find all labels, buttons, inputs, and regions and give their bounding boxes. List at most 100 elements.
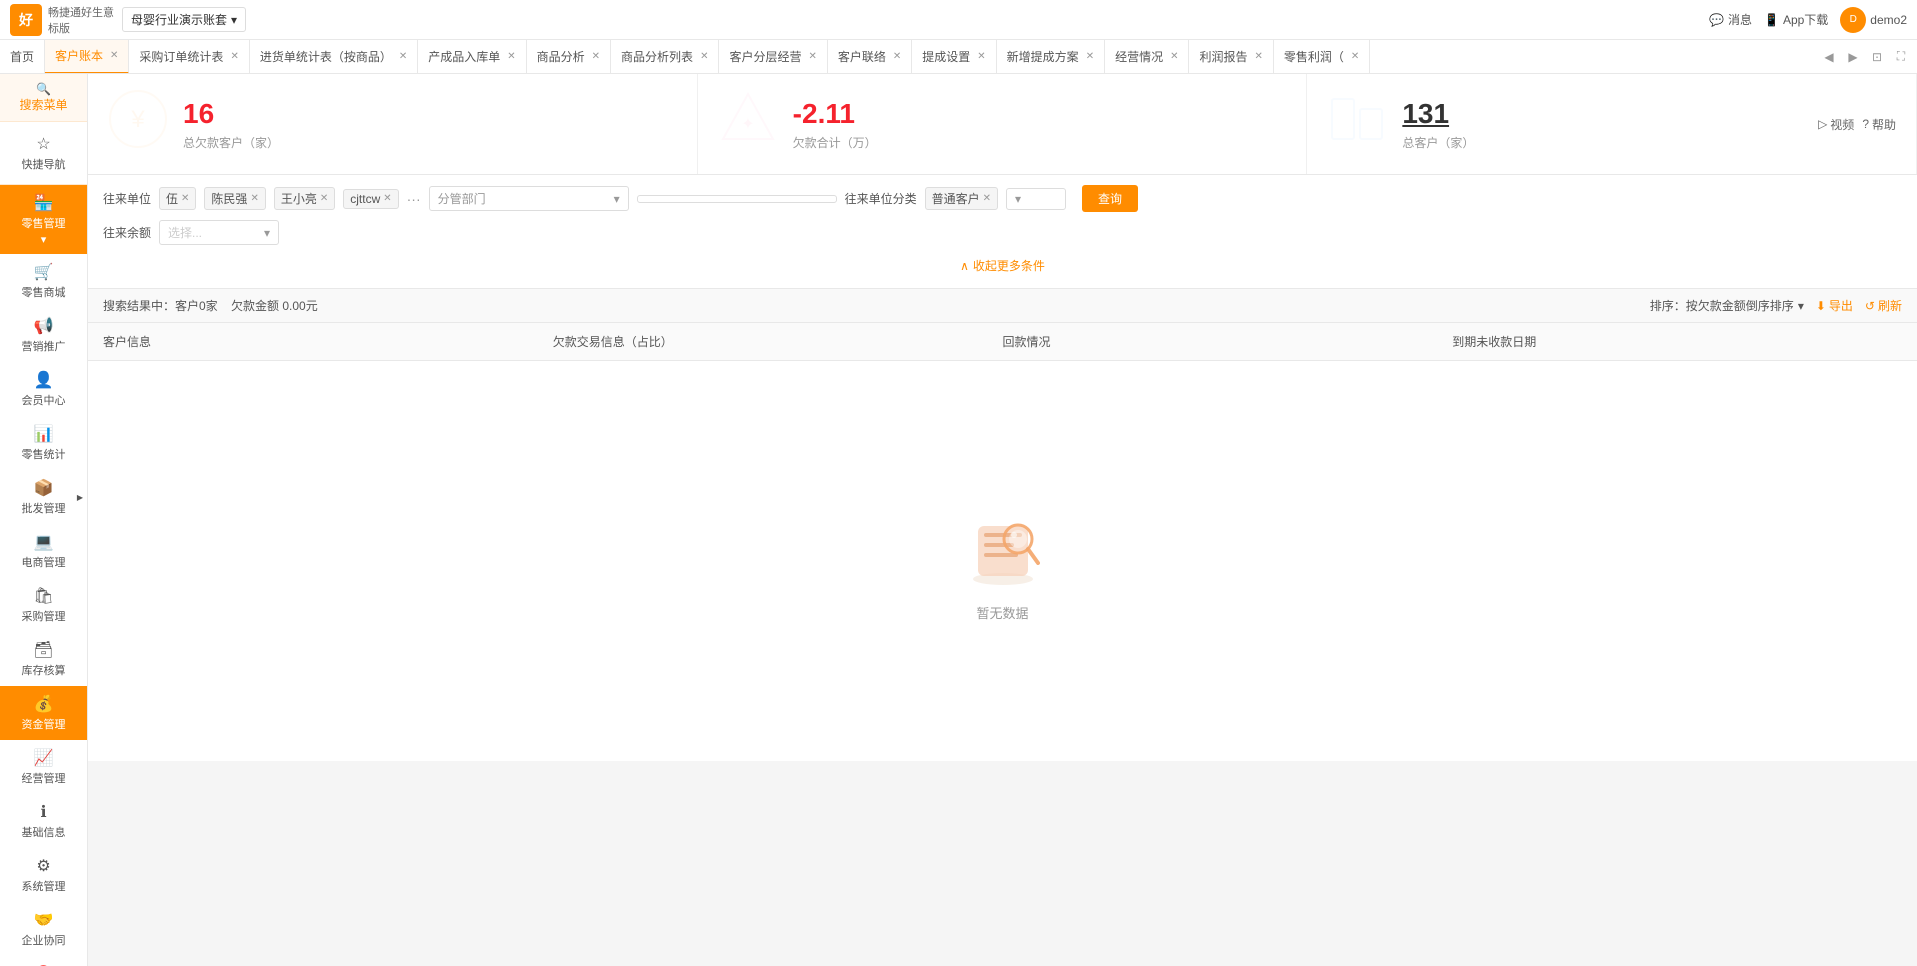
tab-inbound-summary[interactable]: 进货单统计表（按商品） ✕ [250,40,418,74]
app-download-button[interactable]: 📱 App下载 [1764,11,1828,28]
empty-state: 暂无数据 [958,501,1048,622]
video-icon: ▷ [1818,117,1827,131]
sidebar-item-finance[interactable]: 💰 资金管理 [0,686,87,740]
collapse-button[interactable]: ∧ 收起更多条件 [960,257,1045,274]
inventory-icon: 🗃 [33,640,53,660]
query-button[interactable]: 查询 [1082,185,1138,212]
col-due-date: 到期未收款日期 [1452,333,1902,350]
phone-icon: 📱 [1764,13,1779,27]
tab-fullscreen-button[interactable]: ⛶ [1891,47,1911,67]
sidebar-item-inventory[interactable]: 🗃 库存核算 [0,632,87,686]
filter-area: 往来单位 伍 ✕ 陈民强 ✕ 王小亮 ✕ cjttcw ✕ ··· [88,175,1917,289]
filter-tag-unit-cjttcw: cjttcw ✕ [343,189,398,209]
sidebar-item-operations[interactable]: 📈 经营管理 [0,740,87,794]
export-button[interactable]: ⬇ 导出 [1816,297,1853,314]
total-customers-value: 131 [1402,98,1474,130]
sidebar-item-retail-mgmt[interactable]: 🏪 零售管理 ▾ [0,185,87,254]
sidebar-search[interactable]: 🔍 搜索菜单 [0,74,87,122]
sidebar-item-basic-info[interactable]: ℹ 基础信息 [0,794,87,848]
tab-reminder-settings[interactable]: 提成设置 ✕ [912,40,996,74]
close-tab-icon[interactable]: ✕ [399,51,407,62]
sidebar-item-system[interactable]: ⚙ 系统管理 [0,848,87,902]
overdue-amount-value: -2.11 [793,98,877,130]
sidebar-item-batch-mgmt[interactable]: 📦 批发管理 ▶ [0,470,87,524]
remove-tag-button[interactable]: ✕ [250,193,258,204]
tab-product-analysis-list[interactable]: 商品分析列表 ✕ [611,40,719,74]
sidebar-item-retail-stats[interactable]: 📊 零售统计 [0,416,87,470]
refresh-icon: ↺ [1865,299,1875,313]
summary-card-overdue-amount: ✦ -2.11 欠款合计（万） [698,74,1308,174]
chevron-up-icon: ∧ [960,259,969,273]
tab-operation-status[interactable]: 经营情况 ✕ [1105,40,1189,74]
summary-card-overdue-customers: ¥ 16 总欠款客户（家） [88,74,698,174]
filter-tag-unit: 伍 ✕ [159,187,196,210]
tab-profit-report[interactable]: 利润报告 ✕ [1189,40,1273,74]
message-button[interactable]: 💬 消息 [1709,11,1752,28]
arrow-icon: ▶ [77,493,83,502]
balance-selector[interactable]: 选择... ▾ [159,220,279,245]
tab-product-analysis[interactable]: 商品分析 ✕ [527,40,611,74]
tab-customer-layering[interactable]: 客户分层经营 ✕ [719,40,827,74]
tab-prev-button[interactable]: ◀ [1819,47,1839,67]
tab-add-reminder[interactable]: 新增提成方案 ✕ [997,40,1105,74]
close-tab-icon[interactable]: ✕ [110,50,118,61]
account-selector[interactable]: 母婴行业演示账套 ▾ [122,7,246,32]
svg-text:¥: ¥ [130,106,145,133]
sidebar-item-new-guide[interactable]: 🎯 新手引导 [0,956,87,966]
sidebar-item-marketing[interactable]: 📢 营销推广 [0,308,87,362]
tab-home[interactable]: 首页 [0,40,45,74]
close-tab-icon[interactable]: ✕ [977,51,985,62]
overdue-customers-data: 16 总欠款客户（家） [183,98,279,151]
sidebar-item-ecommerce[interactable]: 💻 电商管理 [0,524,87,578]
sidebar-item-member-center[interactable]: 👤 会员中心 [0,362,87,416]
overdue-customers-icon: ¥ [108,89,168,159]
tab-retail-profit[interactable]: 零售利润（ ✕ [1274,40,1370,74]
dept-selector[interactable]: 分管部门 ▾ [429,186,629,211]
remove-tag-button[interactable]: ✕ [181,193,189,204]
close-tab-icon[interactable]: ✕ [893,51,901,62]
sort-selector[interactable]: 排序：按欠款金额倒序排序 ▾ [1650,297,1804,314]
person-selector[interactable] [637,195,837,203]
close-tab-icon[interactable]: ✕ [700,51,708,62]
tab-customer-capital[interactable]: 客户账本 ✕ [45,40,129,74]
tab-controls: ◀ ▶ ⊡ ⛶ [1819,47,1917,67]
unit-type-selector[interactable]: ▾ [1006,188,1066,210]
tab-expand-button[interactable]: ⊡ [1867,47,1887,67]
close-tab-icon[interactable]: ✕ [808,51,816,62]
user-avatar[interactable]: D demo2 [1840,7,1907,33]
total-customers-label: 总客户（家） [1402,134,1474,151]
overdue-amount-icon: ✦ [718,89,778,159]
sidebar-item-quick-nav[interactable]: ☆ 快捷导航 [0,126,87,180]
tab-production-inbound[interactable]: 产成品入库单 ✕ [418,40,526,74]
refresh-button[interactable]: ↺ 刷新 [1865,297,1902,314]
help-button[interactable]: ? 帮助 [1862,116,1896,133]
remove-tag-button[interactable]: ✕ [383,193,391,204]
video-button[interactable]: ▷ 视频 [1818,116,1854,133]
remove-tag-button[interactable]: ✕ [320,193,328,204]
overdue-amount-data: -2.11 欠款合计（万） [793,98,877,151]
more-tags-button[interactable]: ··· [407,191,421,207]
chevron-down-icon: ▾ [1015,192,1021,206]
tab-customer-contact[interactable]: 客户联络 ✕ [828,40,912,74]
empty-text: 暂无数据 [976,603,1028,622]
shop-icon: 🏪 [34,193,54,213]
close-tab-icon[interactable]: ✕ [592,51,600,62]
close-tab-icon[interactable]: ✕ [1255,51,1263,62]
message-icon: 💬 [1709,13,1724,27]
close-tab-icon[interactable]: ✕ [507,51,515,62]
close-tab-icon[interactable]: ✕ [1351,51,1359,62]
sidebar-item-retail-mall[interactable]: 🛒 零售商城 [0,254,87,308]
tab-next-button[interactable]: ▶ [1843,47,1863,67]
stats-icon: 📊 [34,424,54,444]
close-tab-icon[interactable]: ✕ [1086,51,1094,62]
filter-tag-unit-wangxiaoliang: 王小亮 ✕ [274,187,335,210]
close-tab-icon[interactable]: ✕ [230,51,238,62]
col-overdue-info: 欠款交易信息（占比） [553,333,1003,350]
remove-unit-type-tag-button[interactable]: ✕ [983,193,991,204]
sidebar-item-purchase[interactable]: 🛍 采购管理 [0,578,87,632]
close-tab-icon[interactable]: ✕ [1170,51,1178,62]
summary-actions: ▷ 视频 ? 帮助 [1818,116,1896,133]
tab-purchase-order-summary[interactable]: 采购订单统计表 ✕ [129,40,249,74]
mall-icon: 🛒 [34,262,54,282]
sidebar-item-enterprise-coop[interactable]: 🤝 企业协同 [0,902,87,956]
